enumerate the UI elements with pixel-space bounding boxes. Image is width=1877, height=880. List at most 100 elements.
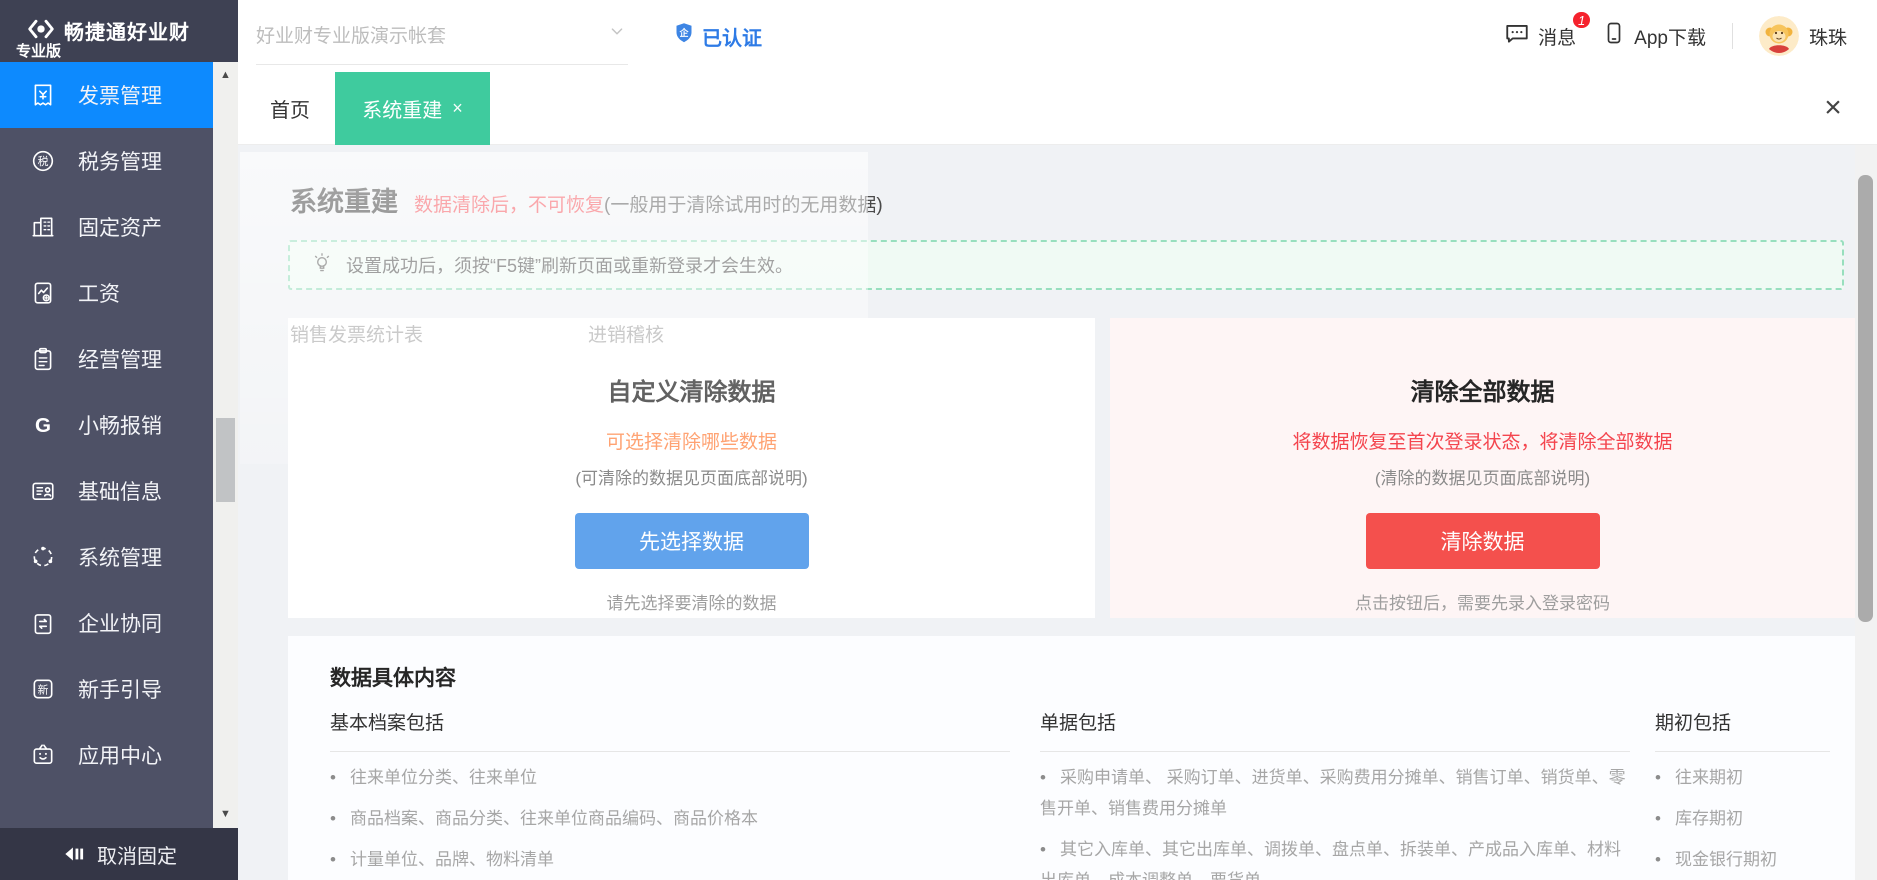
list-item: 往来期初 (1655, 762, 1830, 793)
sidebar-item-collaboration[interactable]: 企业协同 (0, 590, 238, 656)
brand-name: 畅捷通好业财 (64, 22, 190, 44)
sidebar-item-app-center[interactable]: 应用中心 (0, 722, 238, 788)
unpin-label: 取消固定 (97, 845, 177, 868)
account-selector-value: 好业财专业版演示帐套 (256, 25, 447, 47)
operations-icon (30, 346, 56, 372)
messages-button[interactable]: 消息 1 (1504, 10, 1593, 52)
messages-label: 消息 (1538, 27, 1577, 49)
sidebar-item-label: 基础信息 (78, 481, 162, 504)
custom-clear-note: (可清除的数据见页面底部说明) (575, 469, 808, 488)
messages-count-badge: 1 (1570, 10, 1593, 30)
column-heading: 期初包括 (1655, 713, 1732, 734)
brand-header: 畅捷通好业财 专业版 (0, 0, 238, 62)
sidebar-item-system[interactable]: 系统管理 (0, 524, 238, 590)
list-item: 采购申请单、 采购订单、进货单、采购费用分摊单、销售订单、销货单、零售开单、销售… (1040, 762, 1630, 824)
notice-banner: 设置成功后，须按“F5键”刷新页面或重新登录才会生效。 (288, 240, 1844, 290)
tab-label: 系统重建 (362, 100, 443, 122)
reimburse-icon: G (30, 412, 56, 438)
salary-icon (30, 280, 56, 306)
column-heading: 基本档案包括 (330, 713, 445, 734)
content-scrollbar-thumb[interactable] (1858, 175, 1873, 622)
avatar (1758, 16, 1799, 56)
account-selector[interactable]: 好业财专业版演示帐套 (256, 4, 628, 65)
topbar-actions: 消息 1 App下载 珠珠 (1504, 0, 1847, 72)
sidebar-item-label: 企业协同 (78, 613, 162, 636)
system-icon (30, 544, 56, 570)
chat-bubble-icon (1504, 20, 1530, 52)
list-item: 往来单位分类、往来单位 (330, 762, 1010, 793)
clear-data-button[interactable]: 清除数据 (1365, 513, 1600, 569)
clear-all-note: (清除的数据见页面底部说明) (1374, 469, 1591, 488)
notice-text: 设置成功后，须按“F5键”刷新页面或重新登录才会生效。 (346, 256, 793, 276)
list-item: 现金银行期初 (1655, 844, 1830, 875)
tab-close-icon[interactable]: × (452, 98, 463, 119)
tab-strip: 首页 系统重建 × × (238, 72, 1877, 145)
sidebar-item-label: 固定资产 (78, 217, 162, 240)
clear-all-title: 清除全部数据 (1410, 379, 1555, 406)
sidebar-item-newbie-guide[interactable]: 新 新手引导 (0, 656, 238, 722)
phone-icon (1602, 21, 1626, 51)
svg-text:新: 新 (38, 682, 49, 696)
sidebar-nav: 发票管理 税 税务管理 固定资产 工资 经营管理 G 小畅报销 基础信息 系统管… (0, 62, 238, 788)
app-download-label: App下载 (1634, 27, 1706, 49)
app-download-button[interactable]: App下载 (1602, 21, 1706, 51)
list-item: 库存期初 (1655, 803, 1830, 834)
brand-edition: 专业版 (16, 43, 62, 60)
custom-clear-subtitle: 可选择清除哪些数据 (605, 432, 777, 453)
column-heading: 单据包括 (1040, 713, 1117, 734)
details-column-opening: 期初包括 往来期初 库存期初 现金银行期初 科目期初 (1655, 708, 1830, 880)
shield-icon: 企 (672, 21, 696, 51)
sidebar-scrollbar[interactable]: ▲ ▼ (213, 62, 238, 828)
details-title: 数据具体内容 (330, 667, 456, 690)
page-header: 系统重建 数据清除后，不可恢复 (一般用于清除试用时的无用数据) (290, 180, 883, 219)
close-page-button[interactable]: × (1807, 72, 1859, 144)
verified-label: 已认证 (702, 27, 762, 50)
basic-info-icon (30, 478, 56, 504)
divider (1731, 23, 1733, 49)
tab-home[interactable]: 首页 (238, 72, 342, 145)
topbar: 好业财专业版演示帐套 企 已认证 消息 1 App下载 珠珠 (238, 0, 1877, 72)
svg-text:企: 企 (678, 27, 689, 38)
sidebar-item-operations[interactable]: 经营管理 (0, 326, 238, 392)
custom-clear-card: 自定义清除数据 可选择清除哪些数据 (可清除的数据见页面底部说明) 先选择数据 … (288, 318, 1095, 618)
content-scrollbar[interactable] (1855, 145, 1877, 880)
unpin-button[interactable]: 取消固定 (0, 828, 238, 880)
sidebar-item-salary[interactable]: 工资 (0, 260, 238, 326)
sidebar-item-label: 税务管理 (78, 151, 162, 174)
verified-badge: 企 已认证 (672, 0, 762, 72)
tab-system-rebuild[interactable]: 系统重建 × (335, 72, 490, 145)
sidebar-item-label: 小畅报销 (78, 415, 162, 438)
sidebar-item-basic-info[interactable]: 基础信息 (0, 458, 238, 524)
user-menu[interactable]: 珠珠 (1758, 16, 1847, 56)
newbie-guide-icon: 新 (30, 676, 56, 702)
username: 珠珠 (1808, 27, 1847, 49)
sidebar-item-label: 发票管理 (78, 85, 162, 108)
list-item: 计量单位、品牌、物料清单 (330, 844, 1010, 875)
page-title: 系统重建 (290, 187, 398, 217)
sidebar-item-invoice[interactable]: 发票管理 (0, 62, 214, 128)
list-item: 商品档案、商品分类、往来单位商品编码、商品价格本 (330, 803, 1010, 834)
sidebar-item-tax[interactable]: 税 税务管理 (0, 128, 238, 194)
clear-all-caption: 点击按钮后，需要先录入登录密码 (1355, 594, 1610, 613)
scroll-up-icon[interactable]: ▲ (213, 70, 238, 81)
custom-clear-title: 自定义清除数据 (607, 379, 776, 406)
sidebar-item-label: 应用中心 (78, 745, 162, 768)
details-column-documents: 单据包括 采购申请单、 采购订单、进货单、采购费用分摊单、销售订单、销货单、零售… (1040, 708, 1630, 880)
collaboration-icon (30, 610, 56, 636)
sidebar: 畅捷通好业财 专业版 发票管理 税 税务管理 固定资产 工资 经营管理 G 小畅… (0, 0, 238, 880)
app-window: 畅捷通好业财 专业版 发票管理 税 税务管理 固定资产 工资 经营管理 G 小畅… (0, 0, 1877, 880)
sidebar-scrollbar-thumb[interactable] (216, 418, 235, 502)
sidebar-item-label: 经营管理 (78, 349, 162, 372)
sidebar-item-reimburse[interactable]: G 小畅报销 (0, 392, 238, 458)
clear-all-card: 清除全部数据 将数据恢复至首次登录状态，将清除全部数据 (清除的数据见页面底部说… (1110, 318, 1855, 618)
sidebar-item-label: 新手引导 (78, 679, 162, 702)
unpin-icon (61, 841, 87, 867)
fixed-assets-icon (30, 214, 56, 240)
tax-icon: 税 (30, 148, 56, 174)
select-data-button[interactable]: 先选择数据 (574, 513, 809, 569)
details-column-archives: 基本档案包括 往来单位分类、往来单位 商品档案、商品分类、往来单位商品编码、商品… (330, 708, 1010, 880)
scroll-down-icon[interactable]: ▼ (213, 809, 238, 820)
svg-text:税: 税 (38, 154, 49, 168)
data-details-card: 数据具体内容 基本档案包括 往来单位分类、往来单位 商品档案、商品分类、往来单位… (288, 636, 1855, 880)
sidebar-item-fixed-assets[interactable]: 固定资产 (0, 194, 238, 260)
